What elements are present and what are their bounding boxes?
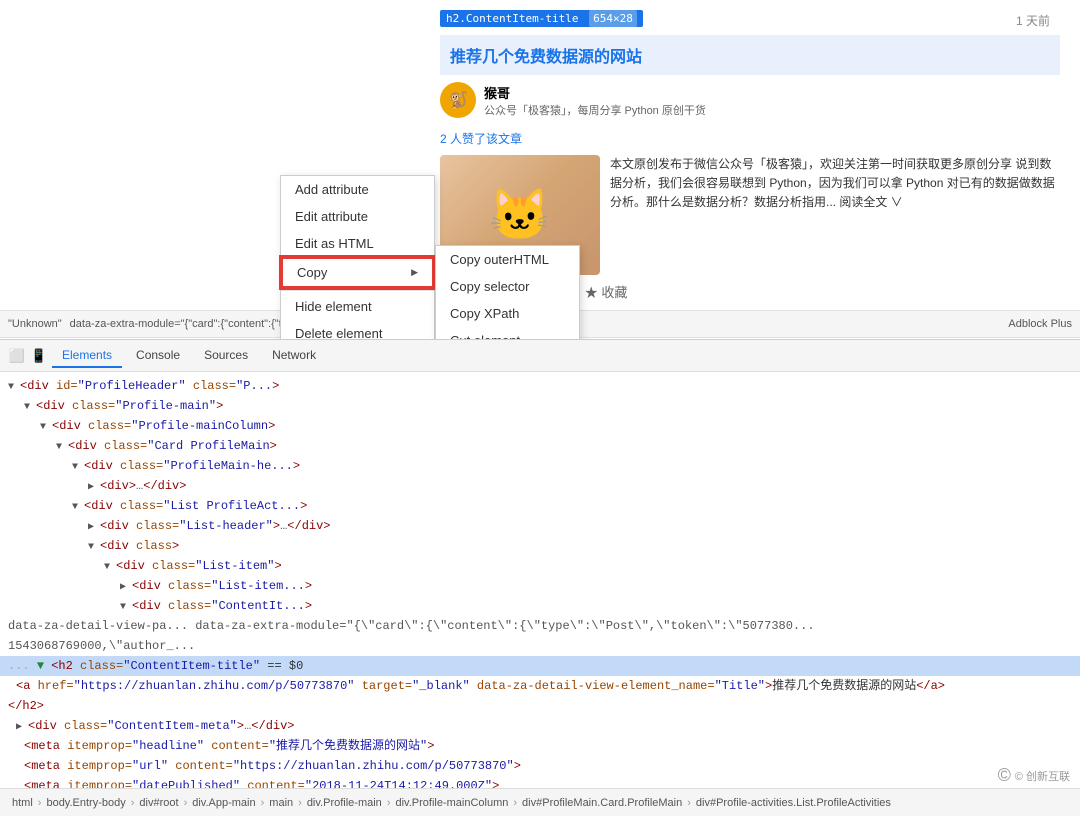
- breadcrumb-profilemain[interactable]: div.Profile-main: [303, 795, 386, 811]
- devtools-breadcrumb: html › body.Entry-body › div#root › div.…: [0, 788, 1080, 816]
- dom-line: <div class="List-header">…</div>: [0, 516, 1080, 536]
- element-badge: h2.ContentItem-title 654×28: [440, 10, 643, 27]
- edit-attribute-menu-item[interactable]: Edit attribute: [281, 203, 434, 230]
- breadcrumb-body[interactable]: body.Entry-body: [42, 795, 129, 811]
- device-icon[interactable]: 📱: [30, 347, 48, 365]
- breadcrumb-maincolumn[interactable]: div.Profile-mainColumn: [391, 795, 512, 811]
- breadcrumb-activities[interactable]: div#Profile-activities.List.ProfileActiv…: [692, 795, 895, 811]
- dom-line: <div class="Profile-mainColumn>: [0, 416, 1080, 436]
- hide-element-menu-item[interactable]: Hide element: [281, 293, 434, 320]
- copy-menu-item[interactable]: Copy: [281, 257, 434, 288]
- dom-line-highlighted: ... ▼ <h2 class="ContentItem-title" == $…: [0, 656, 1080, 676]
- devtools-panel: ⬜ 📱 Elements Console Sources Network <di…: [0, 340, 1080, 816]
- collect-action[interactable]: ★ 收藏: [585, 282, 628, 301]
- author-section: 🐒 猴哥 公众号「极客猿」，每周分享 Python 原创干货: [440, 82, 706, 118]
- breadcrumb-root[interactable]: div#root: [135, 795, 182, 811]
- dom-line: <div class="Card ProfileMain>: [0, 436, 1080, 456]
- context-menu-main: Add attribute Edit attribute Edit as HTM…: [280, 175, 435, 340]
- context-menu-sub: Copy outerHTML Copy selector Copy XPath …: [435, 245, 580, 340]
- delete-element-menu-item[interactable]: Delete element: [281, 320, 434, 340]
- tab-network[interactable]: Network: [262, 344, 326, 368]
- dom-line: <div class="Profile-main">: [0, 396, 1080, 416]
- article-body: 本文原创发布于微信公众号「极客猿」，欢迎关注第一时间获取更多原创分享 说到数据分…: [610, 155, 1060, 213]
- author-info: 猴哥 公众号「极客猿」，每周分享 Python 原创干货: [484, 83, 706, 118]
- dom-line: <meta itemprop="headline" content="推荐几个免…: [0, 736, 1080, 756]
- dom-line: <a href="https://zhuanlan.zhihu.com/p/50…: [0, 676, 1080, 696]
- dom-line: <meta itemprop="datePublished" content="…: [0, 776, 1080, 788]
- browser-content: h2.ContentItem-title 654×28 1 天前 推荐几个免费数…: [0, 0, 1080, 340]
- copy-outerhtml-menu-item[interactable]: Copy outerHTML: [436, 246, 579, 273]
- time-badge: 1 天前: [1016, 12, 1050, 29]
- cut-element-menu-item[interactable]: Cut element: [436, 327, 579, 340]
- watermark: © © 创新互联: [998, 765, 1070, 786]
- dom-line: <meta itemprop="url" content="https://zh…: [0, 756, 1080, 776]
- dom-line: <div id="ProfileHeader" class="P...>: [0, 376, 1080, 396]
- add-attribute-menu-item[interactable]: Add attribute: [281, 176, 434, 203]
- tab-sources[interactable]: Sources: [194, 344, 258, 368]
- copy-xpath-menu-item[interactable]: Copy XPath: [436, 300, 579, 327]
- dom-line: <div class>: [0, 536, 1080, 556]
- dom-line: <div class="List ProfileAct...>: [0, 496, 1080, 516]
- breadcrumb-html[interactable]: html: [8, 795, 37, 811]
- tab-elements[interactable]: Elements: [52, 344, 122, 368]
- author-name: 猴哥: [484, 83, 706, 102]
- readers-count: 2 人赞了该文章: [440, 130, 522, 147]
- dom-line: <div class="ProfileMain-he...>: [0, 456, 1080, 476]
- inspect-icon[interactable]: ⬜: [8, 347, 26, 365]
- author-avatar: 🐒: [440, 82, 476, 118]
- edit-as-html-menu-item[interactable]: Edit as HTML: [281, 230, 434, 257]
- dom-line: 1543068769000,\"author_...: [0, 636, 1080, 656]
- dom-line: <div class="List-item">: [0, 556, 1080, 576]
- dom-tree: <div id="ProfileHeader" class="P...> <di…: [0, 372, 1080, 788]
- dom-line: <div>…</div>: [0, 476, 1080, 496]
- dom-line: <div class="ContentItem-meta">…</div>: [0, 716, 1080, 736]
- copy-selector-menu-item[interactable]: Copy selector: [436, 273, 579, 300]
- dom-line: <div class="List-item...>: [0, 576, 1080, 596]
- dom-line: data-za-detail-view-pa... data-za-extra-…: [0, 616, 1080, 636]
- author-sub: 公众号「极客猿」，每周分享 Python 原创干货: [484, 102, 706, 118]
- breadcrumb-main[interactable]: main: [265, 795, 297, 811]
- tab-console[interactable]: Console: [126, 344, 190, 368]
- article-title: 推荐几个免费数据源的网站: [440, 35, 1060, 75]
- breadcrumb-card[interactable]: div#ProfileMain.Card.ProfileMain: [518, 795, 686, 811]
- devtools-toolbar: ⬜ 📱 Elements Console Sources Network: [0, 340, 1080, 372]
- dom-line: <div class="ContentIt...>: [0, 596, 1080, 616]
- breadcrumb-appmain[interactable]: div.App-main: [188, 795, 259, 811]
- dom-line: </h2>: [0, 696, 1080, 716]
